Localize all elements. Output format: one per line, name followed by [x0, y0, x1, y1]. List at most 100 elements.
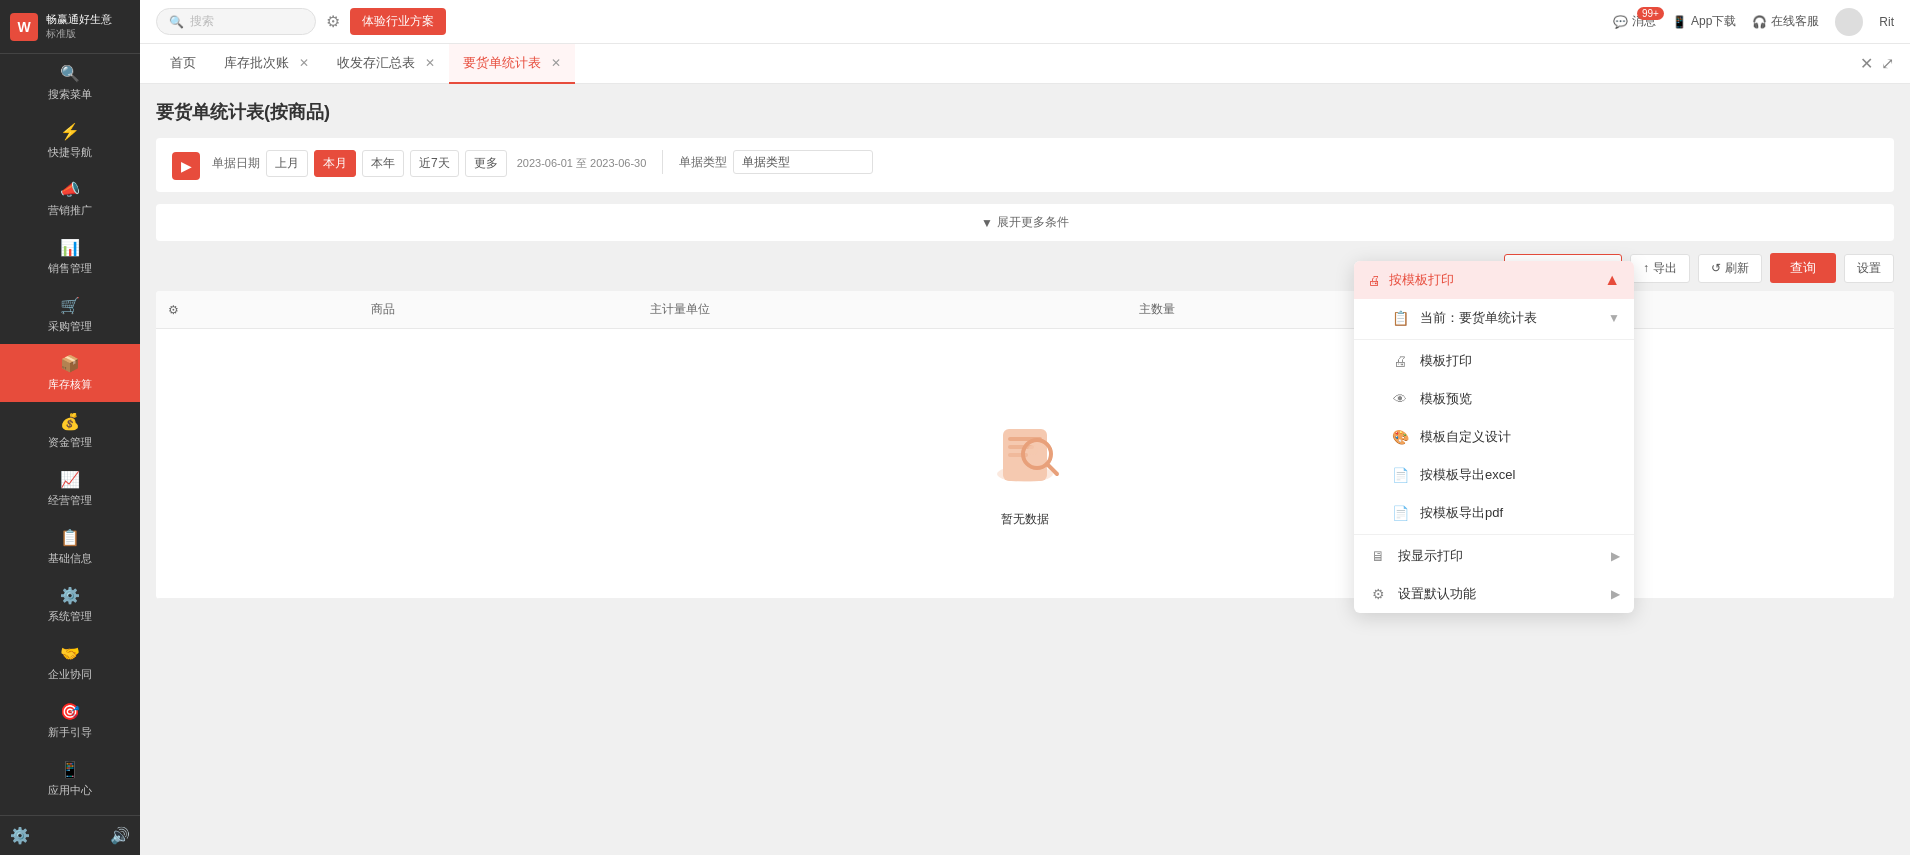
- top-action-row: 🖨 按模板打印 ▲ ↑ 导出 ↺ 刷新 查询 设置: [156, 253, 1894, 283]
- brand-sub: 标准版: [46, 27, 112, 41]
- tab-inventory-batch-close[interactable]: ✕: [299, 56, 309, 70]
- settings-bottom-icon[interactable]: ⚙️: [10, 826, 30, 845]
- tab-close-all-btn[interactable]: ✕: [1860, 54, 1873, 73]
- tab-home-label: 首页: [170, 54, 196, 72]
- dropdown-divider-2: [1354, 534, 1634, 535]
- tab-inventory-batch-label: 库存批次账: [224, 54, 289, 72]
- sidebar-item-label: 销售管理: [48, 261, 92, 276]
- search-icon: 🔍: [60, 64, 80, 83]
- sidebar-item-search[interactable]: 🔍 搜索菜单: [0, 54, 140, 112]
- dropdown-item-template-preview[interactable]: 👁 模板预览: [1354, 380, 1634, 418]
- header-right: 💬 消息 99+ 📱 App下载 🎧 在线客服 Rit: [1613, 8, 1894, 36]
- template-custom-icon: 🎨: [1390, 429, 1410, 445]
- sidebar-item-sales[interactable]: 📊 销售管理: [0, 228, 140, 286]
- purchase-icon: 🛒: [60, 296, 80, 315]
- sidebar-item-inventory[interactable]: 📦 库存核算: [0, 344, 140, 402]
- dropdown-display-print[interactable]: 🖥 按显示打印 ▶: [1354, 537, 1634, 575]
- online-service-group[interactable]: 🎧 在线客服: [1752, 13, 1819, 30]
- dropdown-current-item[interactable]: 📋 当前：要货单统计表 ▼: [1354, 299, 1634, 337]
- dropdown-item-export-pdf[interactable]: 📄 按模板导出pdf: [1354, 494, 1634, 532]
- expand-more-label: 展开更多条件: [997, 214, 1069, 231]
- filter-expand-btn[interactable]: ▶: [172, 152, 200, 180]
- dropdown-item-template-custom[interactable]: 🎨 模板自定义设计: [1354, 418, 1634, 456]
- main-area: 🔍 搜索 ⚙ 体验行业方案 💬 消息 99+ 📱 App下载 🎧 在线客服 Ri…: [140, 0, 1910, 855]
- template-preview-icon: 👁: [1390, 391, 1410, 407]
- table-col-unit: 主计量单位: [638, 291, 1126, 329]
- experience-btn[interactable]: 体验行业方案: [350, 8, 446, 35]
- display-print-arrow: ▶: [1611, 549, 1620, 563]
- date-btn-7days[interactable]: 近7天: [410, 150, 459, 177]
- sidebar-item-finance[interactable]: 💰 资金管理: [0, 402, 140, 460]
- tab-receipt-summary-close[interactable]: ✕: [425, 56, 435, 70]
- sidebar-logo: W 畅赢通好生意 标准版: [0, 0, 140, 54]
- date-range: 2023-06-01 至 2023-06-30: [517, 156, 647, 171]
- table-col-settings: ⚙: [156, 291, 359, 329]
- sidebar: W 畅赢通好生意 标准版 🔍 搜索菜单 ⚡ 快捷导航 📣 营销推广 📊 销售管理…: [0, 0, 140, 855]
- sidebar-item-system[interactable]: ⚙️ 系统管理: [0, 576, 140, 634]
- appstore-icon: 📱: [60, 760, 80, 779]
- basic-icon: 📋: [60, 528, 80, 547]
- sidebar-item-basic[interactable]: 📋 基础信息: [0, 518, 140, 576]
- refresh-btn[interactable]: ↺ 刷新: [1698, 254, 1762, 283]
- inventory-icon: 📦: [60, 354, 80, 373]
- set-default-arrow: ▶: [1611, 587, 1620, 601]
- audio-bottom-icon[interactable]: 🔊: [110, 826, 130, 845]
- user-avatar: [1835, 8, 1863, 36]
- header-search-box[interactable]: 🔍 搜索: [156, 8, 316, 35]
- dropdown-header: 🖨 按模板打印 ▲: [1354, 261, 1634, 299]
- tab-receipt-summary[interactable]: 收发存汇总表 ✕: [323, 44, 449, 84]
- date-btn-this-year[interactable]: 本年: [362, 150, 404, 177]
- app-download-group[interactable]: 📱 App下载: [1672, 13, 1736, 30]
- tab-bar: 首页 库存批次账 ✕ 收发存汇总表 ✕ 要货单统计表 ✕ ✕ ⤢: [140, 44, 1910, 84]
- sidebar-item-purchase[interactable]: 🛒 采购管理: [0, 286, 140, 344]
- header-gear-icon[interactable]: ⚙: [326, 12, 340, 31]
- sidebar-item-quick-nav[interactable]: ⚡ 快捷导航: [0, 112, 140, 170]
- tab-home[interactable]: 首页: [156, 44, 210, 84]
- sidebar-item-wechat[interactable]: 💬 企业微信: [0, 808, 140, 815]
- dropdown-divider-1: [1354, 339, 1634, 340]
- export-pdf-label: 按模板导出pdf: [1420, 504, 1503, 522]
- type-select[interactable]: 单据类型 要货单: [733, 150, 873, 174]
- settings-btn[interactable]: 设置: [1844, 254, 1894, 283]
- expand-more-btn[interactable]: ▼ 展开更多条件: [981, 214, 1069, 231]
- tab-order-stats[interactable]: 要货单统计表 ✕: [449, 44, 575, 84]
- dropdown-close-btn[interactable]: ▲: [1604, 271, 1620, 289]
- app-download-label: App下载: [1691, 13, 1736, 30]
- tab-inventory-batch[interactable]: 库存批次账 ✕: [210, 44, 323, 84]
- empty-text: 暂无数据: [1001, 511, 1049, 528]
- message-group[interactable]: 💬 消息 99+: [1613, 13, 1656, 30]
- export-pdf-icon: 📄: [1390, 505, 1410, 521]
- sidebar-item-marketing[interactable]: 📣 营销推广: [0, 170, 140, 228]
- template-print-icon: 🖨: [1390, 353, 1410, 369]
- filter-bar: ▶ 单据日期 上月 本月 本年 近7天 更多 2023-06-01 至 2023…: [156, 138, 1894, 192]
- date-btn-last-month[interactable]: 上月: [266, 150, 308, 177]
- tab-order-stats-label: 要货单统计表: [463, 54, 541, 72]
- sidebar-item-enterprise[interactable]: 🤝 企业协同: [0, 634, 140, 692]
- guide-icon: 🎯: [60, 702, 80, 721]
- dropdown-item-export-excel[interactable]: 📄 按模板导出excel: [1354, 456, 1634, 494]
- message-icon: 💬: [1613, 15, 1628, 29]
- sidebar-item-guide[interactable]: 🎯 新手引导: [0, 692, 140, 750]
- col-settings-icon[interactable]: ⚙: [168, 303, 179, 317]
- quick-nav-icon: ⚡: [60, 122, 80, 141]
- empty-illustration: [975, 399, 1075, 499]
- export-btn[interactable]: ↑ 导出: [1630, 254, 1690, 283]
- query-btn[interactable]: 查询: [1770, 253, 1836, 283]
- logo-icon: W: [10, 13, 38, 41]
- tab-expand-btn[interactable]: ⤢: [1881, 54, 1894, 73]
- date-btn-more[interactable]: 更多: [465, 150, 507, 177]
- sidebar-item-appstore[interactable]: 📱 应用中心: [0, 750, 140, 808]
- sidebar-item-label: 快捷导航: [48, 145, 92, 160]
- dropdown-item-template-print[interactable]: 🖨 模板打印: [1354, 342, 1634, 380]
- table-col-goods: 商品: [359, 291, 638, 329]
- tab-bar-right: ✕ ⤢: [1860, 54, 1894, 73]
- dropdown-set-default[interactable]: ⚙ 设置默认功能 ▶: [1354, 575, 1634, 613]
- date-btn-this-month[interactable]: 本月: [314, 150, 356, 177]
- top-header: 🔍 搜索 ⚙ 体验行业方案 💬 消息 99+ 📱 App下载 🎧 在线客服 Ri…: [140, 0, 1910, 44]
- sidebar-item-label: 经营管理: [48, 493, 92, 508]
- sidebar-item-operation[interactable]: 📈 经营管理: [0, 460, 140, 518]
- sidebar-item-label: 搜索菜单: [48, 87, 92, 102]
- app-download-icon: 📱: [1672, 15, 1687, 29]
- tab-order-stats-close[interactable]: ✕: [551, 56, 561, 70]
- svg-point-7: [1028, 445, 1038, 455]
